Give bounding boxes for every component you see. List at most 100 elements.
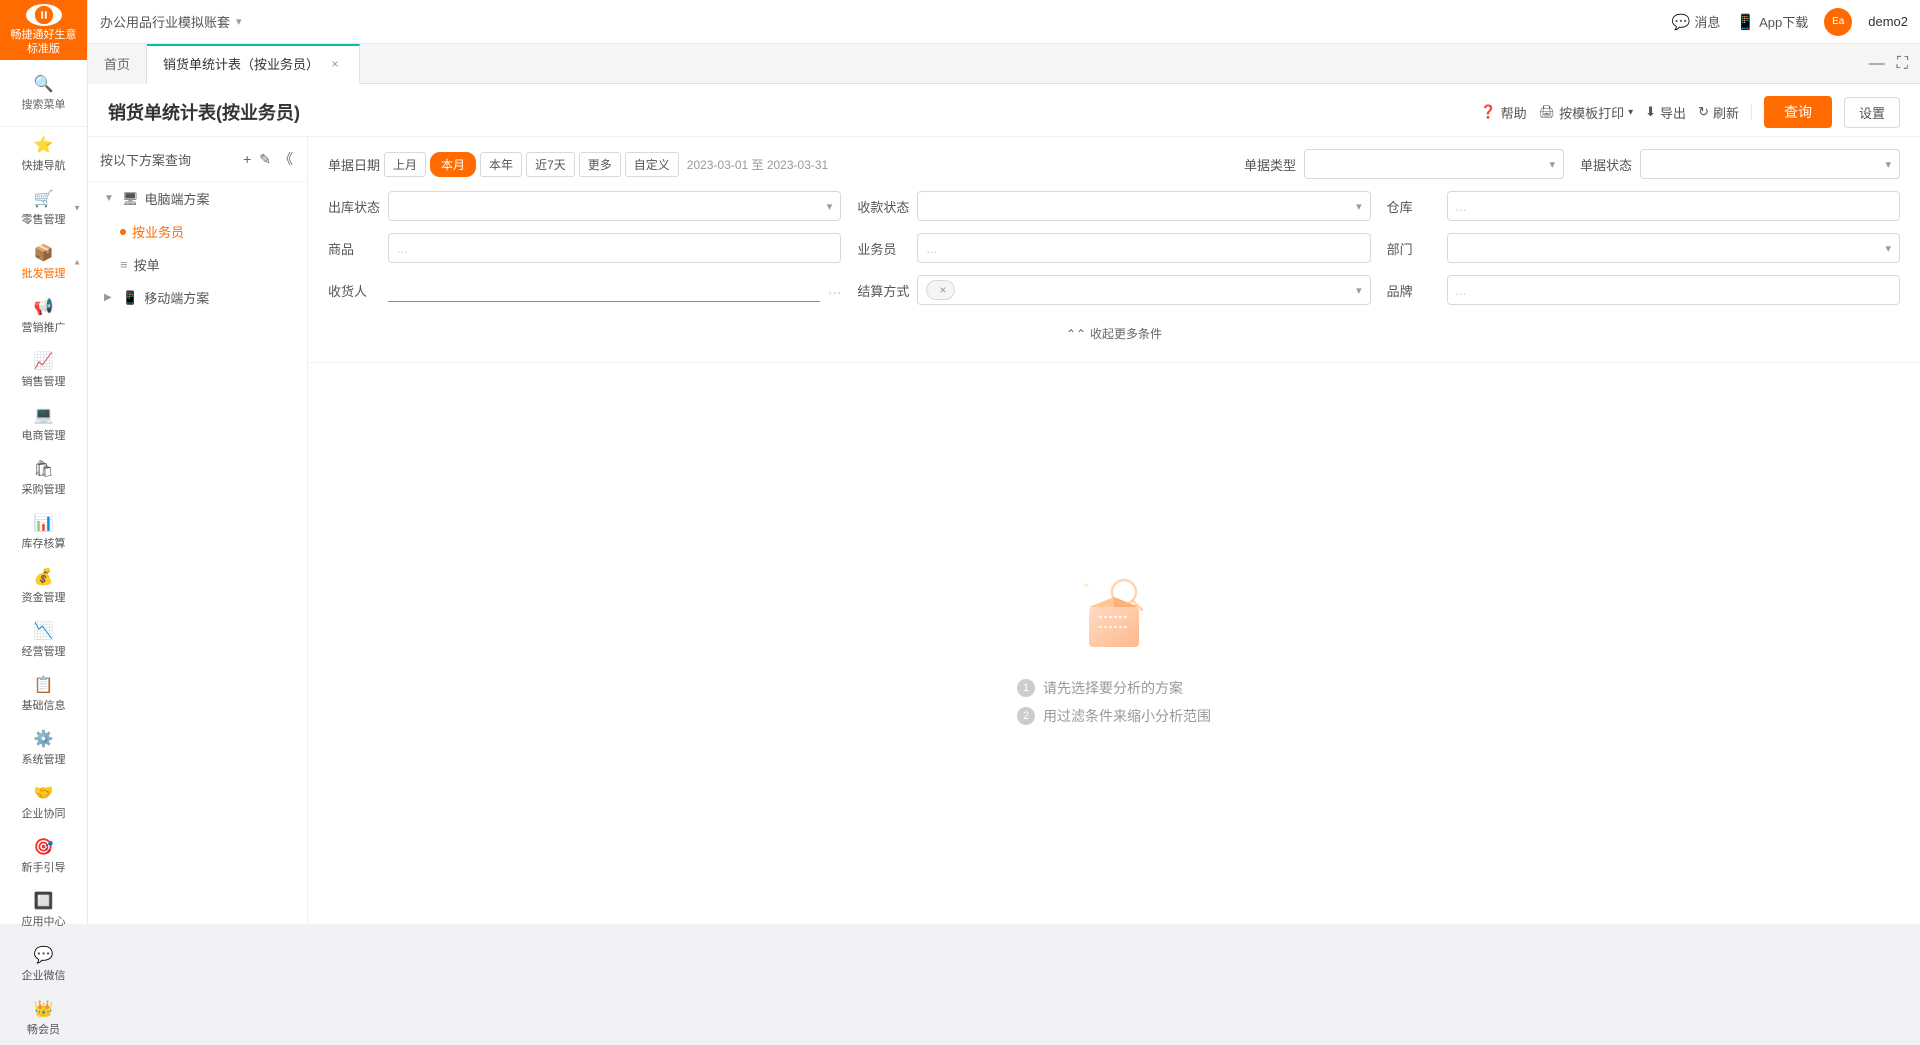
tree-item-by-salesperson[interactable]: 按业务员	[104, 215, 307, 248]
goods-value: ...	[397, 241, 408, 256]
collapse-panel-button[interactable]: 《	[277, 147, 295, 171]
filter-row-4: 收货人 ... 结算方式 ×	[328, 275, 1900, 305]
settlement-tag-close[interactable]: ×	[939, 283, 946, 297]
filter-row-1: 单据日期 上月 本月 本年 近7天 更多 自定义 2023-03-01 至 20…	[328, 149, 1900, 179]
tree-arrow-down: ▼	[104, 193, 116, 204]
edit-scheme-button[interactable]: ✎	[257, 147, 273, 171]
settings-button[interactable]: 设置	[1844, 97, 1900, 128]
main-area: 办公用品行业模拟账套 ▾ 💬 消息 📱 App下载 Ea demo2 首页 销货…	[88, 0, 1920, 924]
sidebar-item-finance[interactable]: 💰 资金管理	[0, 559, 87, 613]
doc-status-label: 单据状态	[1580, 155, 1632, 174]
refresh-icon: ↻	[1698, 104, 1709, 120]
date-recent7-btn[interactable]: 近7天	[526, 152, 575, 177]
receipt-select[interactable]: ▾	[917, 191, 1370, 221]
sidebar-item-member[interactable]: 👑 畅会员	[0, 991, 87, 1045]
receipt-filter: 收款状态 ▾	[857, 191, 1370, 221]
refresh-button[interactable]: ↻ 刷新	[1698, 103, 1739, 122]
sidebar-nav: ⭐ 快捷导航 🛒 零售管理 📦 批发管理 📢 营销推广 📈 销售管理 💻 电商管…	[0, 127, 87, 1045]
message-button[interactable]: 💬 消息	[1672, 12, 1721, 31]
search-menu-button[interactable]: 🔍 搜索菜单	[4, 68, 83, 118]
home-tab-label: 首页	[104, 54, 130, 73]
date-current-year-btn[interactable]: 本年	[480, 152, 522, 177]
tip-num-2: 2	[1017, 707, 1035, 725]
goods-select[interactable]: ...	[388, 233, 841, 263]
tab-salesperson-stats[interactable]: 销货单统计表（按业务员） ×	[147, 44, 360, 84]
settlement-select[interactable]: × ▾	[917, 275, 1370, 305]
salesperson-select[interactable]: ...	[917, 233, 1370, 263]
mobile-scheme-group: ▶ 📱 移动端方案	[88, 281, 307, 314]
settlement-filter: 结算方式 × ▾	[857, 275, 1370, 305]
doc-type-select[interactable]: ▾	[1304, 149, 1564, 179]
date-buttons: 上月 本月 本年 近7天 更多 自定义	[384, 152, 679, 177]
marketing-icon: 📢	[34, 297, 54, 317]
print-dropdown-arrow[interactable]: ▾	[1628, 107, 1633, 118]
date-label: 单据日期	[328, 155, 380, 174]
print-button[interactable]: 🖨 按模板打印 ▾	[1539, 103, 1634, 122]
date-prev-month-btn[interactable]: 上月	[384, 152, 426, 177]
tabbar-right-actions: — ⛶	[1865, 51, 1920, 77]
sidebar-item-wecom[interactable]: 💬 企业微信	[0, 937, 87, 991]
user-name[interactable]: demo2	[1868, 14, 1908, 29]
left-panel-title: 按以下方案查询	[100, 150, 235, 169]
sidebar-item-inventory[interactable]: 📊 库存核算	[0, 505, 87, 559]
enterprise-icon: 🤝	[34, 783, 54, 803]
ecom-icon: 💻	[34, 405, 54, 425]
product-dropdown-arrow[interactable]: ▾	[236, 15, 242, 28]
sidebar-item-quicknav[interactable]: ⭐ 快捷导航	[0, 127, 87, 181]
sidebar-item-operation[interactable]: 📉 经营管理	[0, 613, 87, 667]
consignee-dots[interactable]: ...	[828, 281, 841, 299]
sidebar-item-newuser[interactable]: 🎯 新手引导	[0, 829, 87, 883]
tab-home[interactable]: 首页	[88, 44, 147, 84]
date-current-month-btn[interactable]: 本月	[430, 152, 476, 177]
user-avatar[interactable]: Ea	[1824, 8, 1852, 36]
apps-icon: 🔲	[34, 891, 54, 911]
tip-text-2: 用过滤条件来缩小分析范围	[1043, 706, 1211, 726]
department-arrow: ▾	[1885, 242, 1891, 255]
system-label: 系统管理	[22, 751, 66, 767]
avatar-label: Ea	[1832, 16, 1844, 27]
newuser-icon: 🎯	[34, 837, 54, 857]
doc-type-label: 单据类型	[1244, 155, 1296, 174]
retail-label: 零售管理	[22, 211, 66, 227]
warehouse-select[interactable]: ...	[1447, 191, 1900, 221]
warehouse-value: ...	[1456, 199, 1467, 214]
sidebar-item-sales[interactable]: 📈 销售管理	[0, 343, 87, 397]
pc-scheme-header[interactable]: ▼ 🖥 电脑端方案	[88, 182, 307, 215]
help-button[interactable]: ❓ 帮助	[1480, 103, 1526, 122]
tab-close-button[interactable]: ×	[327, 56, 343, 72]
right-panel: 单据日期 上月 本月 本年 近7天 更多 自定义 2023-03-01 至 20…	[308, 137, 1920, 924]
two-panel: 按以下方案查询 + ✎ 《 ▼ 🖥 电脑端方案	[88, 137, 1920, 924]
department-select[interactable]: ▾	[1447, 233, 1900, 263]
brand-select[interactable]: ...	[1447, 275, 1900, 305]
doc-status-select[interactable]: ▾	[1640, 149, 1900, 179]
logo-icon	[26, 4, 62, 26]
add-scheme-button[interactable]: +	[241, 147, 253, 171]
order-icon: ≡	[120, 257, 128, 272]
outstock-select[interactable]: ▾	[388, 191, 841, 221]
date-more-btn[interactable]: 更多	[579, 152, 621, 177]
tab-minimize-button[interactable]: —	[1865, 51, 1889, 77]
sidebar-item-enterprise[interactable]: 🤝 企业协同	[0, 775, 87, 829]
sidebar-item-system[interactable]: ⚙️ 系统管理	[0, 721, 87, 775]
goods-filter: 商品 ...	[328, 233, 841, 263]
tab-maximize-button[interactable]: ⛶	[1893, 51, 1912, 77]
empty-tip-1: 1 请先选择要分析的方案	[1017, 678, 1211, 698]
enterprise-label: 企业协同	[22, 805, 66, 821]
sales-icon: 📈	[34, 351, 54, 371]
collapse-bar[interactable]: ⌃⌃ 收起更多条件	[328, 317, 1900, 350]
sidebar-item-basic[interactable]: 📋 基础信息	[0, 667, 87, 721]
query-button[interactable]: 查询	[1764, 96, 1832, 128]
app-download-button[interactable]: 📱 App下载	[1736, 12, 1808, 31]
tree-item-by-order[interactable]: ≡ 按单	[104, 248, 307, 281]
sidebar-item-purchase[interactable]: 🛍 采购管理	[0, 451, 87, 505]
consignee-input[interactable]	[388, 278, 820, 302]
date-custom-btn[interactable]: 自定义	[625, 152, 679, 177]
sidebar-item-wholesale[interactable]: 📦 批发管理	[0, 235, 87, 289]
sidebar-item-apps[interactable]: 🔲 应用中心	[0, 883, 87, 937]
sidebar-item-marketing[interactable]: 📢 营销推广	[0, 289, 87, 343]
sidebar-item-retail[interactable]: 🛒 零售管理	[0, 181, 87, 235]
settlement-label: 结算方式	[857, 281, 909, 300]
sidebar-item-ecom[interactable]: 💻 电商管理	[0, 397, 87, 451]
export-button[interactable]: ⬇ 导出	[1645, 103, 1686, 122]
mobile-scheme-header[interactable]: ▶ 📱 移动端方案	[88, 281, 307, 314]
